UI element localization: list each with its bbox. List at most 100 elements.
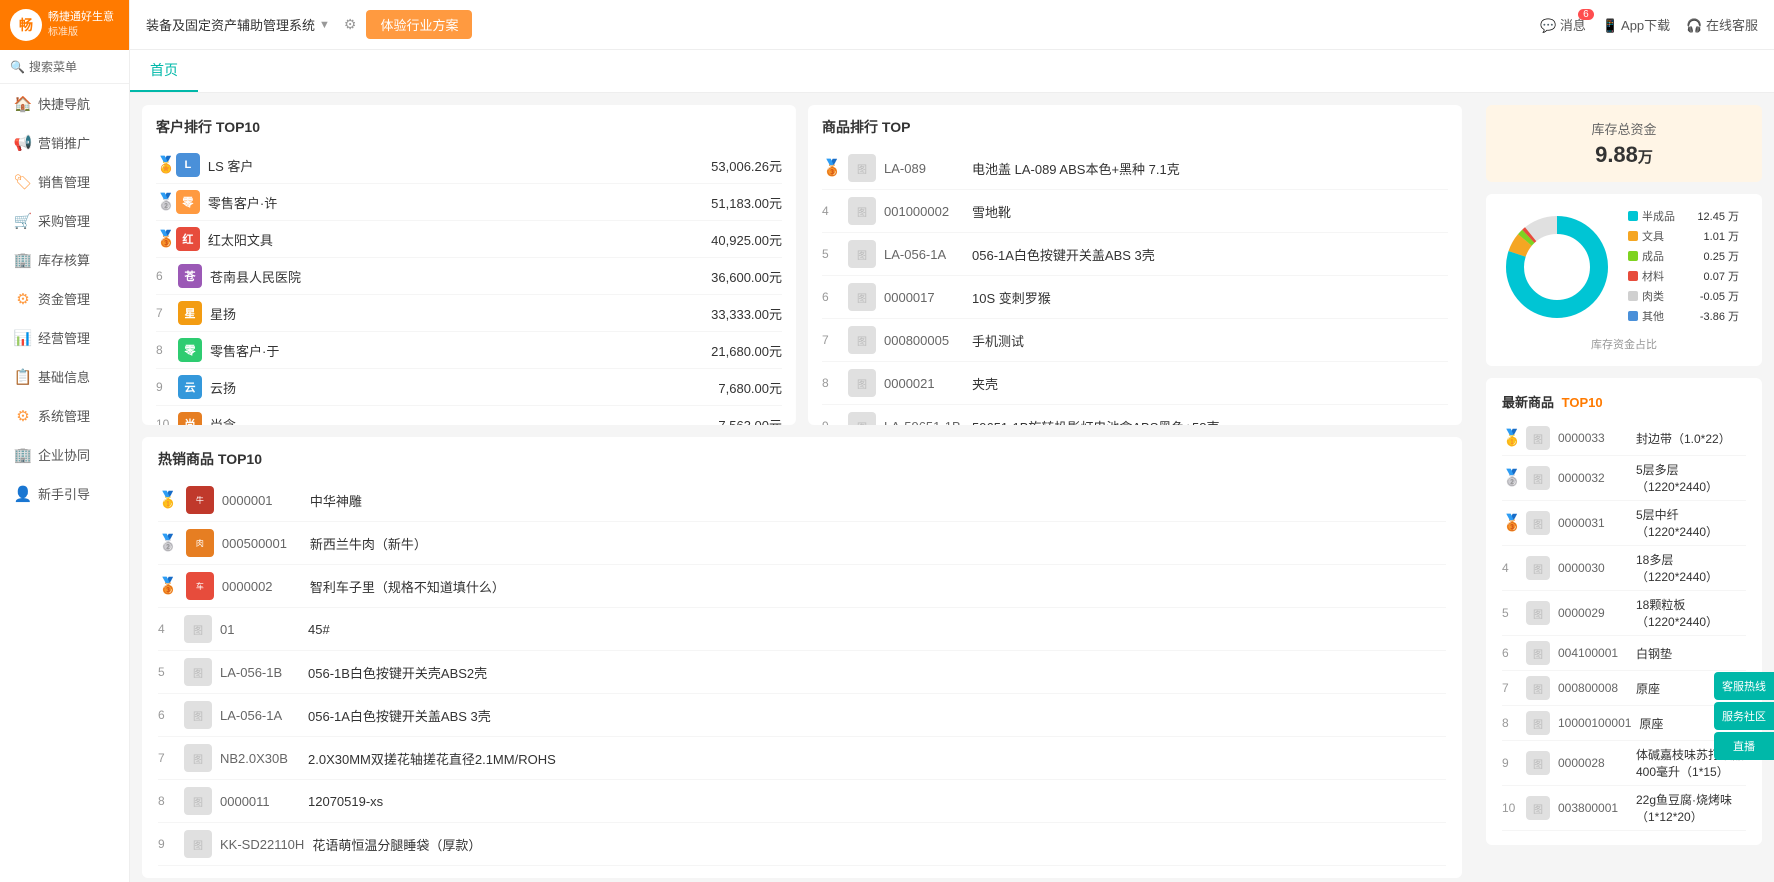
product-item: 6 图 0000017 10S 变刺罗猴 — [822, 276, 1448, 319]
legend-item: 文具 1.01 万 — [1628, 228, 1739, 244]
mobile-icon: 📱 — [1602, 18, 1618, 33]
message-icon: 💬 — [1540, 18, 1556, 33]
product-icon: 图 — [1526, 711, 1550, 735]
try-button[interactable]: 体验行业方案 — [366, 10, 472, 39]
hot-products-title: 热销商品 TOP10 — [158, 449, 1446, 469]
legend-dot — [1628, 291, 1638, 301]
product-item: 5 图 LA-056-1B 056-1B白色按键开关壳ABS2壳 — [158, 651, 1446, 694]
messages-badge: 6 — [1578, 9, 1594, 20]
legend-dot — [1628, 271, 1638, 281]
messages-button[interactable]: 💬 消息 6 — [1540, 15, 1586, 34]
product-image: 图 — [848, 240, 876, 268]
logo-text: 畅捷通好生意 标准版 — [48, 10, 114, 39]
rank-item: 8 零 零售客户·于 21,680.00元 — [156, 332, 782, 369]
online-service-button[interactable]: 🎧 在线客服 — [1686, 15, 1758, 34]
legend-item: 肉类 -0.05 万 — [1628, 288, 1739, 304]
product-item: 🥉 图 LA-089 电池盖 LA-089 ABS本色+黑种 7.1克 — [822, 147, 1448, 190]
product-item: 🥉 车 0000002 智利车子里（规格不知道填什么） — [158, 565, 1446, 608]
product-icon: 图 — [1526, 796, 1550, 820]
medal-icon: 🥈 — [1502, 468, 1518, 488]
avatar: 零 — [178, 338, 202, 362]
top-panels-row: 客户排行 TOP10 🏅 L LS 客户 53,006.26元 🥈 零 零售客 — [142, 105, 1462, 425]
headset-icon: 🎧 — [1686, 18, 1702, 33]
system-name: 装备及固定资产辅助管理系统 ▼ — [146, 15, 330, 34]
medal-gold-icon: 🏅 — [156, 155, 176, 175]
product-icon: 图 — [1526, 466, 1550, 490]
medal-icon: 🥉 — [822, 158, 840, 178]
avatar: 云 — [178, 375, 202, 399]
legend-dot — [1628, 211, 1638, 221]
content-area: 客户排行 TOP10 🏅 L LS 客户 53,006.26元 🥈 零 零售客 — [130, 93, 1774, 882]
medal-bronze-icon: 🥉 — [156, 229, 176, 249]
sidebar-item-caigou[interactable]: 🛒 采购管理 — [0, 201, 129, 240]
sidebar-item-zijin[interactable]: ⚙ 资金管理 — [0, 279, 129, 318]
legend-item: 成品 0.25 万 — [1628, 248, 1739, 264]
product-image: 车 — [186, 572, 214, 600]
product-image: 图 — [184, 701, 212, 729]
cs-live-button[interactable]: 直播 — [1714, 732, 1774, 760]
new-product-item: 🥉 图 0000031 5层中纤（1220*2440） — [1502, 501, 1746, 546]
sidebar-search[interactable]: 🔍 搜索菜单 — [0, 50, 129, 84]
product-item: 6 图 LA-056-1A 056-1A白色按键开关盖ABS 3壳 — [158, 694, 1446, 737]
product-item: 5 图 LA-056-1A 056-1A白色按键开关盖ABS 3壳 — [822, 233, 1448, 276]
new-product-item: 8 图 10000100001 原座 — [1502, 706, 1746, 741]
tab-home[interactable]: 首页 — [130, 50, 198, 92]
rank-item: 6 苍 苍南县人民医院 36,600.00元 — [156, 258, 782, 295]
product-item: 9 图 KK-SD22110H 花语萌恒温分腿睡袋（厚款） — [158, 823, 1446, 866]
sidebar-logo: 畅 畅捷通好生意 标准版 — [0, 0, 129, 50]
chart-subtitle: 库存资金占比 — [1502, 336, 1746, 352]
logo-icon: 畅 — [10, 9, 42, 41]
product-image: 图 — [184, 830, 212, 858]
new-product-item: 🥈 图 0000032 5层多层（1220*2440） — [1502, 456, 1746, 501]
nav-icon-sales: 🏷 — [14, 173, 32, 191]
cs-community-button[interactable]: 服务社区 — [1714, 702, 1774, 730]
legend-dot — [1628, 231, 1638, 241]
new-product-item: 5 图 0000029 18颗粒板（1220*2440） — [1502, 591, 1746, 636]
new-product-item: 6 图 004100001 白钢垫 — [1502, 636, 1746, 671]
sidebar-item-jichu[interactable]: 📋 基础信息 — [0, 357, 129, 396]
product-icon: 图 — [1526, 641, 1550, 665]
product-image: 图 — [848, 154, 876, 182]
nav-icon-system: ⚙ — [14, 407, 32, 425]
avatar: 尚 — [178, 412, 202, 425]
medal-bronze-icon: 🥉 — [158, 576, 178, 596]
app-download-button[interactable]: 📱 App下载 — [1602, 15, 1670, 34]
sidebar-item-qiye[interactable]: 🏢 企业协同 — [0, 435, 129, 474]
product-item: 4 图 01 45# — [158, 608, 1446, 651]
nav-icon-management: 📊 — [14, 329, 32, 347]
hot-products-panel: 热销商品 TOP10 🥇 牛 0000001 中华神雕 🥈 肉 00050000… — [142, 437, 1462, 878]
legend-list: 半成品 12.45 万 文具 1.01 万 成品 0.25 万 — [1628, 208, 1739, 328]
legend-item: 材料 0.07 万 — [1628, 268, 1739, 284]
donut-wrap: 半成品 12.45 万 文具 1.01 万 成品 0.25 万 — [1502, 208, 1746, 328]
gear-icon[interactable]: ⚙ — [344, 16, 357, 33]
medal-silver-icon: 🥈 — [158, 533, 178, 553]
rank-item: 9 云 云扬 7,680.00元 — [156, 369, 782, 406]
new-products-panel: 最新商品 TOP10 🥇 图 0000033 封边带（1.0*22） 🥈 图 0… — [1486, 378, 1762, 845]
avatar: 星 — [178, 301, 202, 325]
sidebar-item-xinshou[interactable]: 👤 新手引导 — [0, 474, 129, 513]
medal-icon: 🥉 — [1502, 513, 1518, 533]
hot-products-list: 🥇 牛 0000001 中华神雕 🥈 肉 000500001 新西兰牛肉（新牛）… — [158, 479, 1446, 866]
medal-gold-icon: 🥇 — [158, 490, 178, 510]
product-icon: 图 — [1526, 751, 1550, 775]
product-item: 4 图 001000002 雪地靴 — [822, 190, 1448, 233]
sidebar-item-xitong[interactable]: ⚙ 系统管理 — [0, 396, 129, 435]
avatar: 红 — [176, 227, 200, 251]
new-product-item: 7 图 000800008 原座 — [1502, 671, 1746, 706]
sidebar-item-yingxiao[interactable]: 📢 营销推广 — [0, 123, 129, 162]
sidebar-item-jingying[interactable]: 📊 经营管理 — [0, 318, 129, 357]
rank-item: 🏅 L LS 客户 53,006.26元 — [156, 147, 782, 184]
product-image: 图 — [848, 326, 876, 354]
sidebar-item-kuaijie[interactable]: 🏠 快捷导航 — [0, 84, 129, 123]
inventory-chart-panel: 半成品 12.45 万 文具 1.01 万 成品 0.25 万 — [1486, 194, 1762, 366]
new-product-item: 9 图 0000028 体碱嘉枝味苏打饮品400毫升（1*15） — [1502, 741, 1746, 786]
inventory-panel: 库存总资金 9.88万 — [1486, 105, 1762, 182]
product-icon: 图 — [1526, 511, 1550, 535]
nav-icon-finance: ⚙ — [14, 290, 32, 308]
rank-item: 🥈 零 零售客户·许 51,183.00元 — [156, 184, 782, 221]
sidebar-item-kucun[interactable]: 🏢 库存核算 — [0, 240, 129, 279]
cs-hotline-button[interactable]: 客服热线 — [1714, 672, 1774, 700]
chevron-down-icon[interactable]: ▼ — [319, 19, 330, 31]
sidebar-item-xiaoshou[interactable]: 🏷 销售管理 — [0, 162, 129, 201]
right-panel: 库存总资金 9.88万 — [1474, 93, 1774, 882]
